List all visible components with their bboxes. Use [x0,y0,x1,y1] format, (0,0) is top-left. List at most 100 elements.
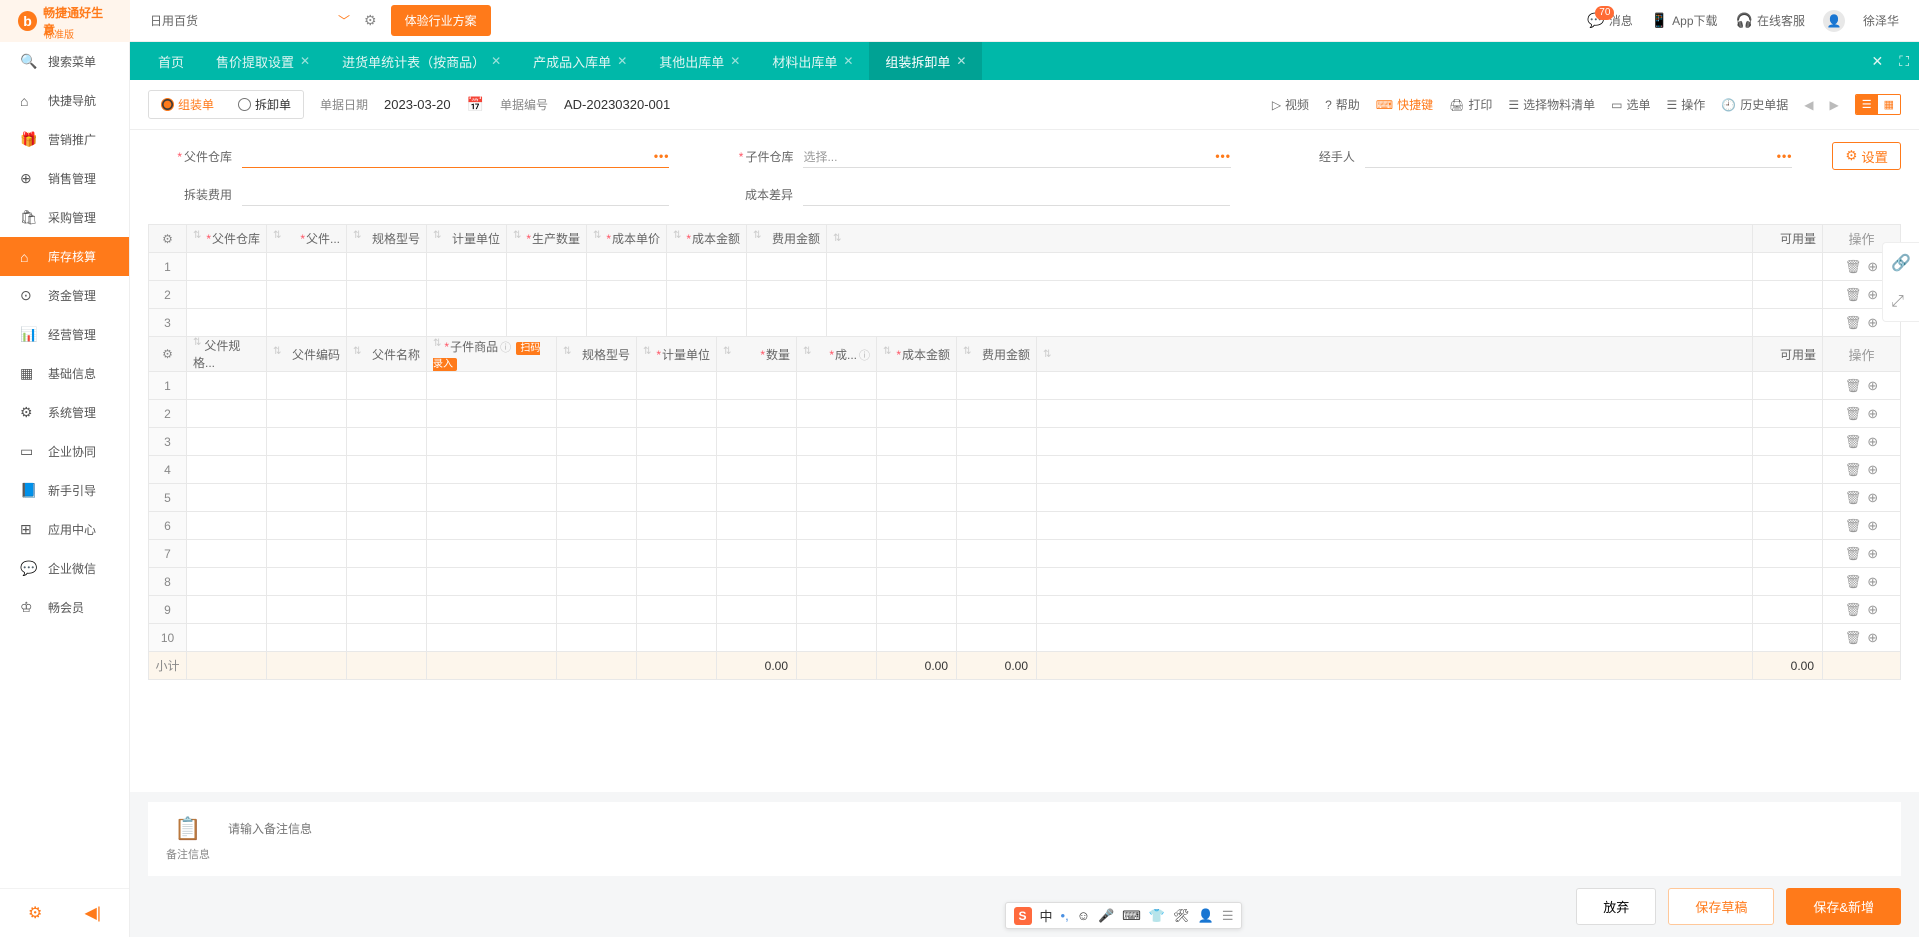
sidebar-item-5[interactable]: ⌂库存核算 [0,237,129,276]
copy-icon[interactable]: ⊕ [1867,434,1878,449]
tab-1[interactable]: 售价提取设置✕ [200,42,326,80]
copy-icon[interactable]: ⊕ [1867,602,1878,617]
tab-close-all-icon[interactable]: ✕ [1871,53,1883,70]
copy-icon[interactable]: ⊕ [1867,259,1878,274]
video-button[interactable]: ▷视频 [1272,96,1309,113]
help-button[interactable]: ?帮助 [1325,96,1360,113]
disassembly-fee-field[interactable]: 拆装费用 [148,182,669,206]
radio-assembly[interactable]: 组装单 [149,91,226,118]
save-draft-button[interactable]: 保存草稿 [1668,888,1774,925]
header-gear-icon[interactable]: ⚙ [364,12,377,29]
table-row[interactable]: 10🗑⊕ [149,624,1901,652]
select-materials-button[interactable]: ☰选择物料清单 [1508,96,1595,113]
radio-disassembly[interactable]: 拆卸单 [226,91,303,118]
shortcut-button[interactable]: ⌨快捷键 [1376,96,1433,113]
delete-icon[interactable]: 🗑 [1845,574,1862,589]
info-icon[interactable]: ⓘ [500,342,511,354]
discard-button[interactable]: 放弃 [1576,888,1656,925]
tab-close-icon[interactable]: ✕ [491,54,501,68]
table-row[interactable]: 3🗑⊕ [149,428,1901,456]
sidebar-item-13[interactable]: 💬企业微信 [0,549,129,588]
sidebar-item-0[interactable]: 🔍搜索菜单 [0,42,129,81]
settings-button[interactable]: ⚙ 设置 [1832,142,1901,170]
cost-diff-input[interactable] [803,182,1230,206]
doc-date-value[interactable]: 2023-03-20 [384,97,451,112]
cta-button[interactable]: 体验行业方案 [391,5,491,36]
sidebar-item-10[interactable]: ▭企业协同 [0,432,129,471]
delete-icon[interactable]: 🗑 [1845,462,1862,477]
copy-icon[interactable]: ⊕ [1867,574,1878,589]
table-row[interactable]: 4🗑⊕ [149,456,1901,484]
copy-icon[interactable]: ⊕ [1867,518,1878,533]
tab-close-icon[interactable]: ✕ [956,54,966,68]
table-row[interactable]: 7🗑⊕ [149,540,1901,568]
ime-lang[interactable]: 中 [1040,906,1053,925]
handler-field[interactable]: 经手人 ••• [1271,142,1792,170]
save-new-button[interactable]: 保存&新增 [1786,888,1901,925]
online-service-button[interactable]: 🎧 在线客服 [1736,12,1805,29]
nav-next-icon[interactable]: ▶ [1829,98,1838,112]
user-avatar[interactable]: 👤 [1823,10,1845,32]
table-row[interactable]: 9🗑⊕ [149,596,1901,624]
delete-icon[interactable]: 🗑 [1845,434,1862,449]
tab-4[interactable]: 其他出库单✕ [643,42,756,80]
sidebar-item-1[interactable]: ⌂快捷导航 [0,81,129,120]
table-row[interactable]: 2🗑⊕ [149,281,1901,309]
grid-settings-icon[interactable]: ⚙ [149,337,187,372]
delete-icon[interactable]: 🗑 [1845,406,1862,421]
sidebar-item-7[interactable]: 📊经营管理 [0,315,129,354]
ime-toolbar[interactable]: S 中 •, ☺ 🎤 ⌨ 👕 🛠 👤 ☰ [1005,902,1243,929]
channel-dropdown[interactable]: 日用百货 ﹀ [150,12,350,29]
tab-close-icon[interactable]: ✕ [843,54,853,68]
sidebar-item-3[interactable]: ⊕销售管理 [0,159,129,198]
print-button[interactable]: 🖨打印 [1449,96,1492,113]
lookup-icon[interactable]: ••• [654,149,670,163]
expand-icon[interactable]: ⤢ [1883,283,1919,321]
delete-icon[interactable]: 🗑 [1845,490,1862,505]
delete-icon[interactable]: 🗑 [1845,378,1862,393]
lookup-icon[interactable]: ••• [1777,149,1793,163]
table-row[interactable]: 2🗑⊕ [149,400,1901,428]
delete-icon[interactable]: 🗑 [1845,287,1862,302]
sidebar-item-9[interactable]: ⚙系统管理 [0,393,129,432]
sidebar-item-8[interactable]: ▦基础信息 [0,354,129,393]
table-row[interactable]: 8🗑⊕ [149,568,1901,596]
tab-2[interactable]: 进货单统计表（按商品）✕ [326,42,517,80]
history-button[interactable]: 🕘历史单据 [1721,96,1788,113]
view-grid-icon[interactable]: ▦ [1878,95,1900,114]
handler-input[interactable] [1365,144,1792,168]
select-order-button[interactable]: ▭选单 [1611,96,1650,113]
tab-3[interactable]: 产成品入库单✕ [517,42,643,80]
copy-icon[interactable]: ⊕ [1867,315,1878,330]
sidebar-item-4[interactable]: 🛍采购管理 [0,198,129,237]
sidebar-item-6[interactable]: ⊙资金管理 [0,276,129,315]
app-download-button[interactable]: 📱 App下载 [1651,12,1718,29]
sidebar-settings-icon[interactable]: ⚙ [28,903,42,923]
cost-diff-field[interactable]: 成本差异 [709,182,1230,206]
sidebar-item-11[interactable]: 📘新手引导 [0,471,129,510]
copy-icon[interactable]: ⊕ [1867,287,1878,302]
disassembly-fee-input[interactable] [242,182,669,206]
delete-icon[interactable]: 🗑 [1845,259,1862,274]
table-row[interactable]: 6🗑⊕ [149,512,1901,540]
grid-settings-icon[interactable]: ⚙ [149,225,187,253]
view-list-icon[interactable]: ☰ [1856,95,1878,114]
sidebar-item-2[interactable]: 🎁营销推广 [0,120,129,159]
delete-icon[interactable]: 🗑 [1845,630,1862,645]
link-icon[interactable]: 🔗 [1883,243,1919,283]
sidebar-item-12[interactable]: ⊞应用中心 [0,510,129,549]
tab-5[interactable]: 材料出库单✕ [756,42,869,80]
parent-warehouse-field[interactable]: *父件仓库 ••• [148,142,669,170]
tab-fullscreen-icon[interactable]: ⛶ [1899,53,1909,70]
info-icon[interactable]: ⓘ [859,350,870,362]
lookup-icon[interactable]: ••• [1215,149,1231,163]
calendar-icon[interactable]: 📅 [467,96,484,113]
operate-button[interactable]: ☰操作 [1667,96,1706,113]
tab-close-icon[interactable]: ✕ [730,54,740,68]
copy-icon[interactable]: ⊕ [1867,378,1878,393]
tab-6[interactable]: 组装拆卸单✕ [869,42,982,80]
child-warehouse-field[interactable]: *子件仓库 选择... ••• [709,142,1230,170]
messages-button[interactable]: 💬 消息 70 [1587,12,1632,29]
table-row[interactable]: 5🗑⊕ [149,484,1901,512]
tab-0[interactable]: 首页 [142,42,200,80]
